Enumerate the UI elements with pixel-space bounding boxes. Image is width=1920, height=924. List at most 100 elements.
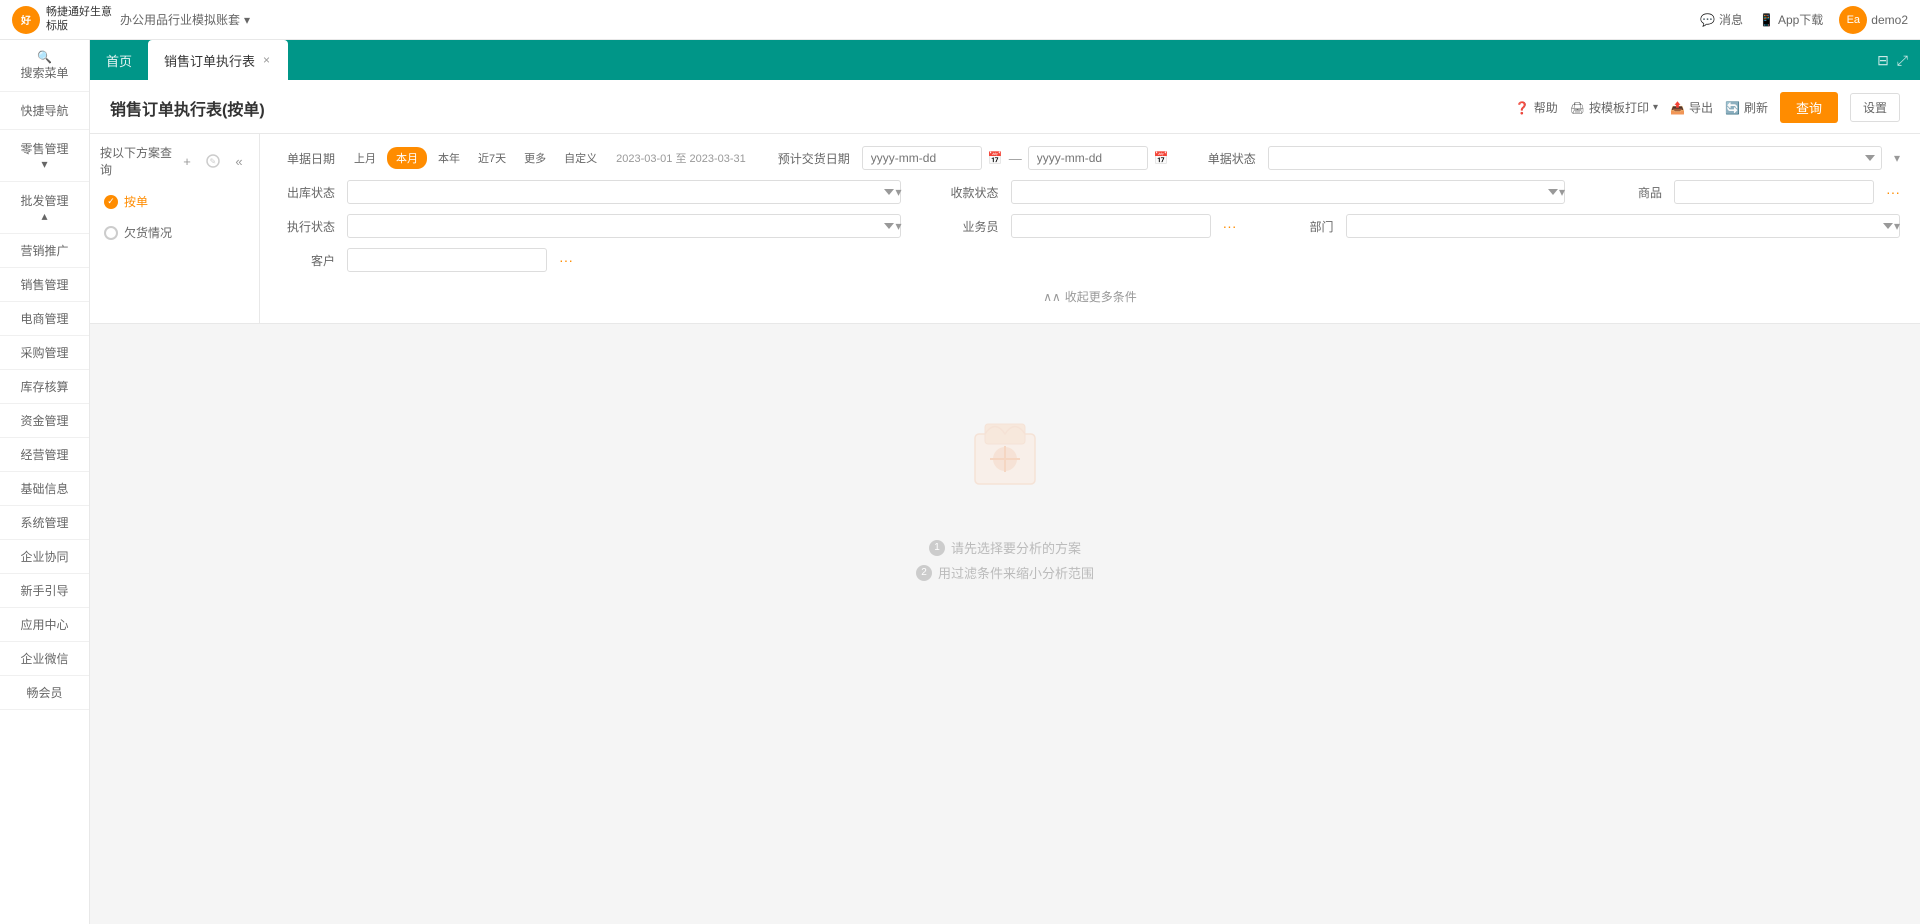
user-profile[interactable]: Ea demo2 [1839,6,1908,34]
tab-active-label: 销售订单执行表 [164,51,255,70]
logo-text: 畅捷通好生意 标版 [46,6,112,32]
print-label: 按模板打印 [1589,99,1649,116]
top-header: 好 畅捷通好生意 标版 办公用品行业模拟账套 ▾ 💬 消息 📱 App下载 Ea… [0,0,1920,40]
salesperson-more-icon[interactable]: ··· [1223,218,1237,234]
export-label: 导出 [1689,99,1713,116]
tab-home[interactable]: 首页 [90,40,148,80]
sidebar-item-operations[interactable]: 经营管理 [0,438,89,472]
edit-scheme-icon[interactable]: ✎ [203,151,223,171]
sidebar-search-label: 搜索菜单 [4,64,85,81]
scheme-outline-dot [104,226,118,240]
finance-label: 资金管理 [8,412,81,429]
collapse-chevron: ∧∧ [1043,290,1061,304]
sidebar-item-basic[interactable]: 基础信息 [0,472,89,506]
quick-date-7days[interactable]: 近7天 [471,147,513,169]
ecom-label: 电商管理 [8,310,81,327]
scheme-item-by-order[interactable]: ✓ 按单 [90,186,259,217]
status-dropdown-icon: ▾ [1894,151,1900,165]
quick-date-thisyear[interactable]: 本年 [431,147,467,169]
vip-label: 畅会员 [8,684,81,701]
logo-area[interactable]: 好 畅捷通好生意 标版 [12,6,112,34]
sales-label: 销售管理 [8,276,81,293]
sidebar-item-system[interactable]: 系统管理 [0,506,89,540]
salesperson-input[interactable] [1011,214,1211,238]
refresh-icon: 🔄 [1725,101,1740,115]
sidebar-item-vip[interactable]: 畅会员 [0,676,89,710]
collection-arrow: ▾ [1559,185,1565,199]
message-label: 消息 [1719,11,1743,28]
collection-select[interactable] [1011,180,1565,204]
help-icon: ❓ [1515,101,1530,115]
refresh-label: 刷新 [1744,99,1768,116]
date-label: 单据日期 [280,150,335,167]
sidebar-item-wholesale[interactable]: 批发管理 ▴ [0,182,89,234]
sidebar-item-sales[interactable]: 销售管理 [0,268,89,302]
tab-expand-icon[interactable]: ⤢ [1897,52,1908,69]
expected-date-to[interactable] [1028,146,1148,170]
sidebar-item-apps[interactable]: 应用中心 [0,608,89,642]
refresh-button[interactable]: 🔄 刷新 [1725,99,1768,116]
outbound-arrow: ▾ [895,185,901,199]
print-button[interactable]: 🖨 按模板打印 ▾ [1570,99,1658,116]
avatar: Ea [1839,6,1867,34]
tab-minimize-icon[interactable]: ⊟ [1877,52,1889,69]
tab-close-icon[interactable]: × [261,53,272,67]
export-button[interactable]: 📤 导出 [1670,99,1713,116]
quick-date-more[interactable]: 更多 [517,147,553,169]
breadcrumb[interactable]: 办公用品行业模拟账套 ▾ [120,11,250,28]
operations-label: 经营管理 [8,446,81,463]
status-select[interactable] [1268,146,1882,170]
wholesale-arrow: ▴ [41,209,47,223]
app-download-label: App下载 [1778,11,1823,28]
sidebar-item-guide[interactable]: 新手引导 [0,574,89,608]
scheme-by-order-label: 按单 [124,193,148,210]
sidebar-item-marketing[interactable]: 营销推广 [0,234,89,268]
add-scheme-icon[interactable]: + [177,151,197,171]
hint-num-1: 1 [929,540,945,556]
salesperson-label: 业务员 [944,218,999,235]
customer-input[interactable] [347,248,547,272]
quick-date-custom[interactable]: 自定义 [557,147,604,169]
scheme-item-shortage[interactable]: 欠货情况 [90,217,259,248]
svg-text:✎: ✎ [210,157,217,166]
expected-date-from[interactable] [862,146,982,170]
retail-arrow: ▾ [41,157,47,171]
sidebar-item-inventory[interactable]: 库存核算 [0,370,89,404]
right-filter-panel: 单据日期 上月 本月 本年 近7天 更多 自定义 2023-03-01 至 20… [260,134,1920,323]
sidebar-item-quicknav[interactable]: 快捷导航 [0,92,89,130]
help-button[interactable]: ❓ 帮助 [1515,99,1558,116]
sidebar-item-ecom[interactable]: 电商管理 [0,302,89,336]
sidebar-item-search[interactable]: 🔍 搜索菜单 [0,40,89,92]
message-action[interactable]: 💬 消息 [1700,11,1743,28]
quick-date-lastmonth[interactable]: 上月 [347,147,383,169]
sidebar-item-finance[interactable]: 资金管理 [0,404,89,438]
exec-arrow: ▾ [895,219,901,233]
exec-status-label: 执行状态 [280,218,335,235]
sidebar-item-purchase[interactable]: 采购管理 [0,336,89,370]
collapse-panel-icon[interactable]: « [229,151,249,171]
search-button[interactable]: 查询 [1780,92,1838,123]
filter-row-date: 单据日期 上月 本月 本年 近7天 更多 自定义 2023-03-01 至 20… [280,146,1900,170]
collapse-button[interactable]: ∧∧ 收起更多条件 [280,282,1900,311]
quick-date-thismonth[interactable]: 本月 [387,147,427,169]
app-download-action[interactable]: 📱 App下载 [1759,11,1823,28]
customer-more-icon[interactable]: ··· [559,252,573,268]
username-label: demo2 [1871,13,1908,27]
content-area: 首页 销售订单执行表 × ⊟ ⤢ 销售订单执行表(按单) ❓ [90,40,1920,924]
sidebar-item-collab[interactable]: 企业协同 [0,540,89,574]
sidebar-item-retail[interactable]: 零售管理 ▾ [0,130,89,182]
settings-button[interactable]: 设置 [1850,93,1900,122]
sidebar-item-wechat[interactable]: 企业微信 [0,642,89,676]
message-icon: 💬 [1700,13,1715,27]
exec-status-select[interactable] [347,214,901,238]
calendar-icon-to: 📅 [1154,151,1169,165]
product-more-icon[interactable]: ··· [1886,184,1900,200]
expected-date-range: 📅 — 📅 [862,146,1169,170]
outbound-select[interactable] [347,180,901,204]
tab-sales-order[interactable]: 销售订单执行表 × [148,40,288,80]
dept-select[interactable] [1346,214,1900,238]
system-label: 系统管理 [8,514,81,531]
header-right: 💬 消息 📱 App下载 Ea demo2 [1700,6,1908,34]
page-title: 销售订单执行表(按单) [110,96,265,120]
product-input[interactable] [1674,180,1874,204]
